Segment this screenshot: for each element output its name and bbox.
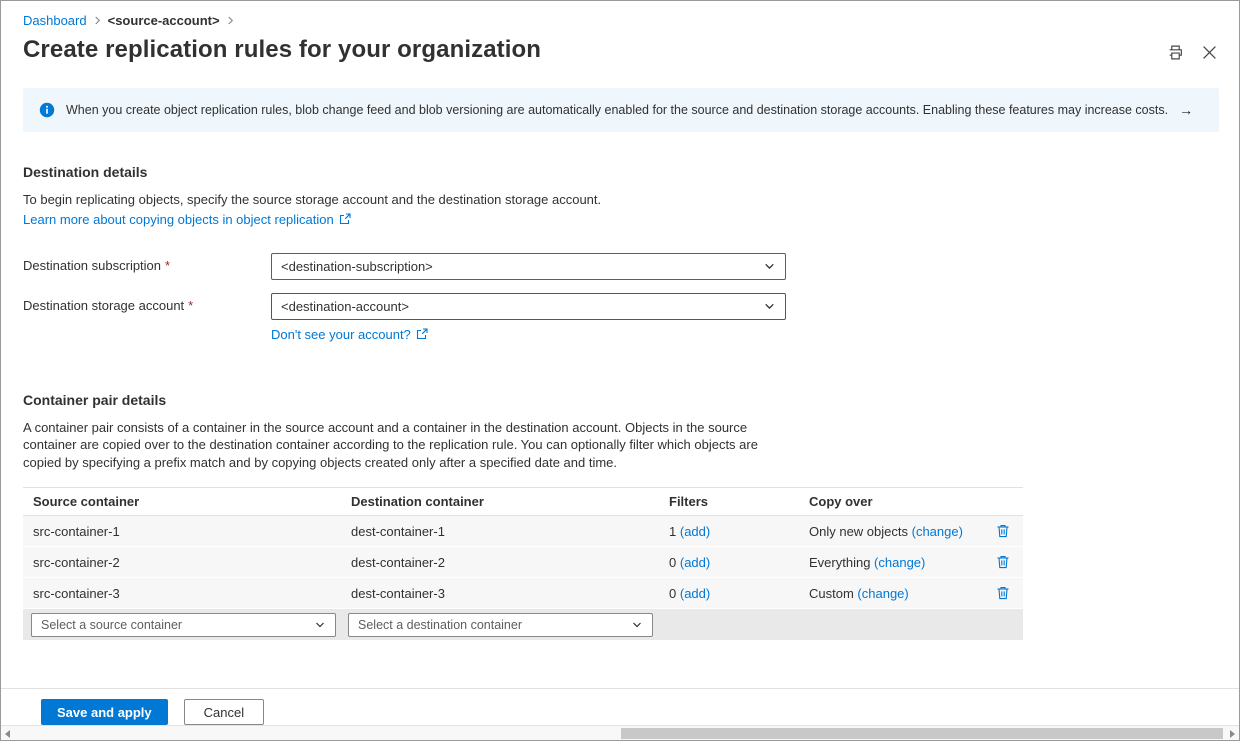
source-container-cell: src-container-2 [23,555,351,570]
copy-over-cell: Custom (change) [809,586,983,601]
destination-container-select[interactable]: Select a destination container [348,613,653,637]
delete-row-button[interactable] [993,583,1013,603]
copy-over-change-link[interactable]: (change) [912,524,963,539]
copy-over-cell: Everything (change) [809,555,983,570]
label-text: Destination storage account [23,298,184,313]
delete-row-button[interactable] [993,552,1013,572]
header-filters: Filters [669,494,809,509]
destination-subscription-value: <destination-subscription> [281,259,433,274]
source-container-select-placeholder: Select a source container [41,618,182,632]
chevron-down-icon [763,260,776,273]
trash-icon [995,589,1011,604]
new-pair-row: Select a source container Select a desti… [23,609,1023,640]
header-source-container: Source container [23,494,351,509]
breadcrumb-source-account[interactable]: <source-account> [108,13,220,28]
header-copy-over: Copy over [809,494,983,509]
destination-account-dropdown[interactable]: <destination-account> [271,293,786,320]
copy-over-cell: Only new objects (change) [809,524,983,539]
breadcrumb-dashboard[interactable]: Dashboard [23,13,87,28]
banner-text: When you create object replication rules… [66,103,1168,117]
destination-container-cell: dest-container-3 [351,586,669,601]
header-destination-container: Destination container [351,494,669,509]
container-pair-description: A container pair consists of a container… [23,419,771,472]
filters-cell: 0 (add) [669,555,809,570]
filters-cell: 1 (add) [669,524,809,539]
print-icon [1167,49,1184,64]
chevron-right-icon [227,15,234,26]
delete-row-button[interactable] [993,521,1013,541]
info-icon [39,102,55,118]
destination-account-value: <destination-account> [281,299,409,314]
destination-container-cell: dest-container-1 [351,524,669,539]
required-marker: * [188,298,193,313]
chevron-down-icon [631,619,643,631]
copy-over-change-link[interactable]: (change) [874,555,925,570]
table-header-row: Source container Destination container F… [23,487,1023,516]
source-container-cell: src-container-3 [23,586,351,601]
copy-over-value: Custom [809,586,854,601]
label-text: Destination subscription [23,258,161,273]
close-button[interactable] [1200,42,1219,63]
chevron-down-icon [314,619,326,631]
destination-description: To begin replicating objects, specify th… [23,191,1217,209]
table-row: src-container-1 dest-container-1 1 (add)… [23,516,1023,547]
filters-count: 0 [669,555,676,570]
trash-icon [995,527,1011,542]
breadcrumb: Dashboard <source-account> [1,1,1239,28]
source-container-select[interactable]: Select a source container [31,613,336,637]
scrollbar-thumb[interactable] [621,728,1223,739]
filters-count: 0 [669,586,676,601]
filters-count: 1 [669,524,676,539]
destination-details-heading: Destination details [23,164,1217,180]
print-button[interactable] [1165,42,1186,63]
destination-subscription-label: Destination subscription * [23,253,271,273]
destination-container-cell: dest-container-2 [351,555,669,570]
trash-icon [995,558,1011,573]
source-container-cell: src-container-1 [23,524,351,539]
save-and-apply-button[interactable]: Save and apply [41,699,168,725]
create-replication-rules-page: Dashboard <source-account> Create replic… [0,0,1240,741]
table-row: src-container-3 dest-container-3 0 (add)… [23,578,1023,609]
close-icon [1202,48,1217,63]
horizontal-scrollbar[interactable] [1,725,1239,740]
container-pair-table: Source container Destination container F… [23,487,1023,640]
learn-more-label: Learn more about copying objects in obje… [23,212,334,227]
copy-over-value: Everything [809,555,870,570]
external-link-icon [339,213,351,225]
title-actions [1165,34,1219,63]
footer: Save and apply Cancel [1,689,1239,725]
title-row: Create replication rules for your organi… [1,28,1239,64]
destination-container-select-placeholder: Select a destination container [358,618,522,632]
scroll-left-arrow-icon[interactable] [5,730,10,738]
copy-over-change-link[interactable]: (change) [857,586,908,601]
dont-see-account-label: Don't see your account? [271,327,411,342]
destination-account-field: <destination-account> Don't see your acc… [271,293,786,342]
copy-over-value: Only new objects [809,524,908,539]
learn-more-link[interactable]: Learn more about copying objects in obje… [23,212,351,227]
container-pair-heading: Container pair details [23,392,1217,408]
required-marker: * [165,258,170,273]
filters-add-link[interactable]: (add) [680,586,710,601]
info-banner: When you create object replication rules… [23,88,1219,132]
page-title: Create replication rules for your organi… [23,36,541,64]
destination-subscription-dropdown[interactable]: <destination-subscription> [271,253,786,280]
destination-account-label: Destination storage account * [23,293,271,313]
banner-arrow-icon[interactable]: → [1179,102,1193,118]
scroll-right-arrow-icon[interactable] [1230,730,1235,738]
external-link-icon [416,328,428,340]
dont-see-account-link[interactable]: Don't see your account? [271,327,428,342]
filters-add-link[interactable]: (add) [680,555,710,570]
chevron-down-icon [763,300,776,313]
table-row: src-container-2 dest-container-2 0 (add)… [23,547,1023,578]
cancel-button[interactable]: Cancel [184,699,264,725]
destination-account-row: Destination storage account * <destinatio… [23,293,1217,342]
filters-cell: 0 (add) [669,586,809,601]
filters-add-link[interactable]: (add) [680,524,710,539]
destination-subscription-row: Destination subscription * <destination-s… [23,253,1217,280]
chevron-right-icon [94,15,101,26]
